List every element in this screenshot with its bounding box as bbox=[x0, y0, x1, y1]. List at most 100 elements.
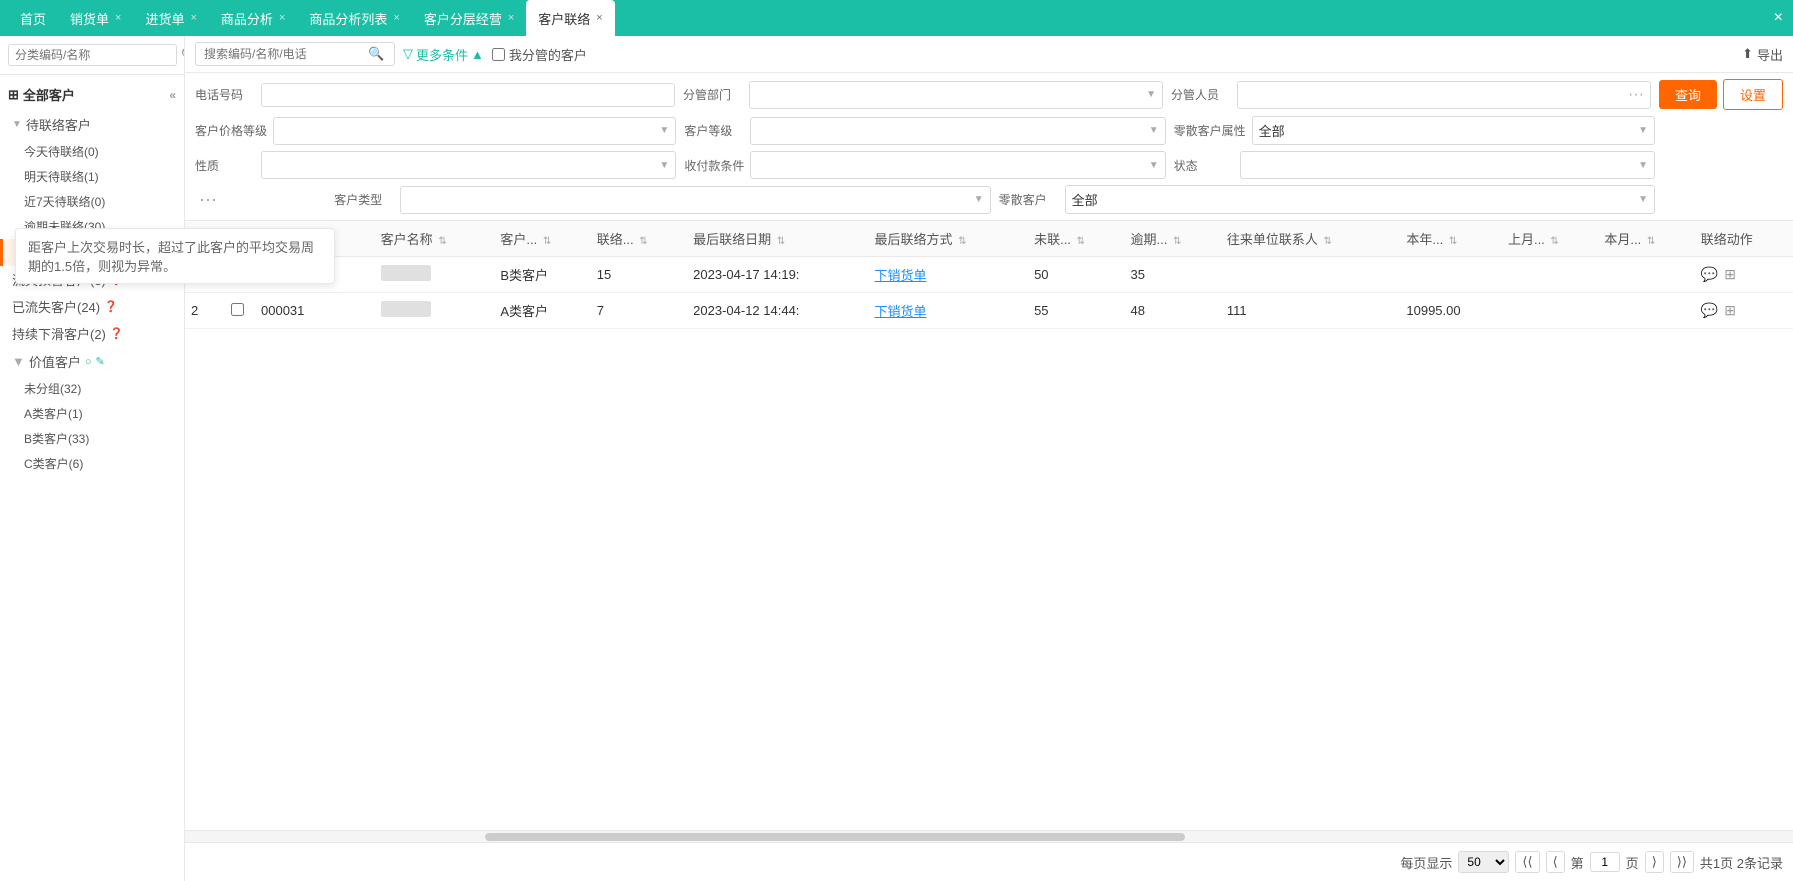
sidebar-item-today[interactable]: 今天待联络(0) bbox=[0, 139, 184, 164]
retail-attr-arrow: ▼ bbox=[1638, 125, 1648, 136]
filter-search-icon[interactable]: 🔍 bbox=[368, 46, 384, 62]
cell-this-month-1 bbox=[1598, 257, 1694, 293]
query-button[interactable]: 查询 bbox=[1659, 80, 1717, 109]
cell-unit-2: 111 bbox=[1221, 293, 1400, 329]
cell-checkbox-2 bbox=[225, 293, 255, 329]
col-unit-contact[interactable]: 往来单位联系人 ⇅ bbox=[1221, 221, 1400, 257]
cell-date-2: 2023-04-12 14:44: bbox=[687, 293, 868, 329]
page-input[interactable] bbox=[1590, 852, 1620, 872]
cell-overdue-1: 35 bbox=[1124, 257, 1220, 293]
sidebar-group-pending[interactable]: ▼ 待联络客户 bbox=[0, 110, 184, 139]
sidebar-all-customers[interactable]: ⊞ 全部客户 « bbox=[0, 79, 184, 110]
cust-type-arrow: ▼ bbox=[974, 194, 984, 205]
payment-select[interactable]: ▼ bbox=[750, 151, 1165, 179]
my-customers-checkbox[interactable] bbox=[492, 48, 505, 61]
sidebar-collapse-btn[interactable]: « bbox=[169, 88, 176, 102]
table-scroll[interactable]: 客户编码 ⇅ 客户名称 ⇅ 客户... ⇅ bbox=[185, 221, 1793, 830]
more-conditions-btn[interactable]: ▽ 更多条件 ▲ bbox=[403, 45, 484, 64]
col-this-year[interactable]: 本年... ⇅ bbox=[1400, 221, 1502, 257]
col-name[interactable]: 客户名称 ⇅ bbox=[375, 221, 495, 257]
filter-cust-level: 客户等级 ▼ bbox=[684, 117, 1165, 145]
close-tab-customer-contact[interactable]: × bbox=[596, 12, 602, 24]
tab-purchase-order[interactable]: 进货单 × bbox=[133, 0, 208, 36]
method-link-1[interactable]: 下销货单 bbox=[875, 268, 927, 283]
filter-retail-customer: 零散客户 全部 ▼ bbox=[999, 185, 1655, 214]
cust-level-select[interactable]: ▼ bbox=[750, 117, 1165, 145]
cell-method-2: 下销货单 bbox=[869, 293, 1029, 329]
prev-page-btn[interactable]: ⟨ bbox=[1546, 851, 1565, 873]
grid-icon-1[interactable]: ⊞ bbox=[1724, 266, 1736, 283]
col-not-contacted[interactable]: 未联... ⇅ bbox=[1028, 221, 1124, 257]
horizontal-scrollbar[interactable] bbox=[185, 830, 1793, 842]
payment-arrow: ▼ bbox=[1149, 160, 1159, 171]
sidebar-item-ungrouped[interactable]: 未分组(32) bbox=[0, 376, 184, 401]
content-area: 🔍 ▽ 更多条件 ▲ 我分管的客户 ⬆ 导出 电话号码 bbox=[185, 36, 1793, 881]
sidebar-search-input[interactable] bbox=[8, 44, 177, 66]
col-this-month[interactable]: 本月... ⇅ bbox=[1598, 221, 1694, 257]
sidebar-item-c-class[interactable]: C类客户(6) bbox=[0, 451, 184, 476]
close-tab-product-analysis[interactable]: × bbox=[279, 12, 285, 24]
sidebar-tree: ⊞ 全部客户 « ▼ 待联络客户 今天待联络(0) 明天待联络(1) 近7天待联… bbox=[0, 75, 184, 881]
sidebar-item-declining[interactable]: 持续下滑客户(2) ❓ bbox=[0, 320, 184, 347]
more-dots-button[interactable]: ··· bbox=[199, 189, 217, 210]
last-page-btn[interactable]: ⟩⟩ bbox=[1670, 851, 1694, 873]
retail-attr-select[interactable]: 全部 ▼ bbox=[1252, 116, 1655, 145]
chat-icon-1[interactable]: 💬 bbox=[1701, 266, 1718, 283]
cell-last-month-1 bbox=[1502, 257, 1598, 293]
sort-overdue: ⇅ bbox=[1173, 236, 1181, 247]
method-link-2[interactable]: 下销货单 bbox=[875, 304, 927, 319]
retail-customer-select[interactable]: 全部 ▼ bbox=[1065, 185, 1655, 214]
close-tab-sales-order[interactable]: × bbox=[115, 12, 121, 24]
col-last-contact-date[interactable]: 最后联络日期 ⇅ bbox=[687, 221, 868, 257]
col-contact-count[interactable]: 联络... ⇅ bbox=[591, 221, 687, 257]
cell-contact-1: 15 bbox=[591, 257, 687, 293]
sidebar-item-churned[interactable]: 已流失客户(24) ❓ bbox=[0, 293, 184, 320]
sidebar-item-7days[interactable]: 近7天待联络(0) bbox=[0, 189, 184, 214]
phone-input[interactable] bbox=[261, 83, 675, 107]
sidebar-item-a-class[interactable]: A类客户(1) bbox=[0, 401, 184, 426]
price-tier-select[interactable]: ▼ bbox=[273, 117, 676, 145]
cell-name-1 bbox=[375, 257, 495, 293]
sidebar-item-b-class[interactable]: B类客户(33) bbox=[0, 426, 184, 451]
nature-select[interactable]: ▼ bbox=[261, 151, 676, 179]
col-last-contact-method[interactable]: 最后联络方式 ⇅ bbox=[869, 221, 1029, 257]
next-page-btn[interactable]: ⟩ bbox=[1645, 851, 1664, 873]
pagination: 每页显示 50 10 20 100 ⟨⟨ ⟨ 第 页 ⟩ ⟩⟩ 共1页 2条记录 bbox=[185, 842, 1793, 881]
chat-icon-2[interactable]: 💬 bbox=[1701, 302, 1718, 319]
settings-button[interactable]: 设置 bbox=[1723, 79, 1783, 110]
status-select[interactable]: ▼ bbox=[1240, 151, 1655, 179]
top-nav: 首页 销货单 × 进货单 × 商品分析 × 商品分析列表 × 客户分层经营 × … bbox=[0, 0, 1793, 36]
cust-type-select[interactable]: ▼ bbox=[400, 186, 990, 214]
first-page-btn[interactable]: ⟨⟨ bbox=[1515, 851, 1539, 873]
filter-search-input[interactable] bbox=[204, 47, 364, 61]
tab-customer-tier[interactable]: 客户分层经营 × bbox=[412, 0, 526, 36]
row-checkbox-2[interactable] bbox=[231, 303, 244, 316]
close-tab-customer-tier[interactable]: × bbox=[508, 12, 514, 24]
table-row: 1 000039 B类客户 15 2023-04-17 14:19: bbox=[185, 257, 1793, 293]
sidebar-group-value[interactable]: ▼ 价值客户 ○ ✎ bbox=[0, 347, 184, 376]
tab-product-analysis[interactable]: 商品分析 × bbox=[209, 0, 297, 36]
grid-icon: ⊞ bbox=[8, 87, 19, 103]
tab-sales-order[interactable]: 销货单 × bbox=[58, 0, 133, 36]
tab-product-analysis-list[interactable]: 商品分析列表 × bbox=[297, 0, 411, 36]
person-select[interactable]: ··· bbox=[1237, 81, 1651, 109]
tab-customer-contact[interactable]: 客户联络 × bbox=[526, 0, 614, 36]
col-last-month[interactable]: 上月... ⇅ bbox=[1502, 221, 1598, 257]
help-icon-4: ❓ bbox=[110, 327, 124, 340]
close-tab-purchase-order[interactable]: × bbox=[190, 12, 196, 24]
status-arrow: ▼ bbox=[1638, 160, 1648, 171]
tab-home[interactable]: 首页 bbox=[8, 0, 58, 36]
filter-row-2: 客户价格等级 ▼ 客户等级 ▼ 零散客户属性 全部 bbox=[195, 116, 1783, 145]
col-level[interactable]: 客户... ⇅ bbox=[494, 221, 590, 257]
sort-this-month: ⇅ bbox=[1647, 236, 1655, 247]
close-tab-product-analysis-list[interactable]: × bbox=[393, 12, 399, 24]
grid-icon-2[interactable]: ⊞ bbox=[1724, 302, 1736, 319]
col-overdue[interactable]: 逾期... ⇅ bbox=[1124, 221, 1220, 257]
export-button[interactable]: ⬆ 导出 bbox=[1742, 45, 1783, 64]
value-group-edit-icon[interactable]: ✎ bbox=[96, 355, 105, 368]
sidebar-item-tomorrow[interactable]: 明天待联络(1) bbox=[0, 164, 184, 189]
sort-level: ⇅ bbox=[543, 236, 551, 247]
dept-select[interactable]: ▼ bbox=[749, 81, 1163, 109]
per-page-select[interactable]: 50 10 20 100 bbox=[1458, 851, 1509, 873]
nav-close-button[interactable]: × bbox=[1774, 9, 1783, 27]
